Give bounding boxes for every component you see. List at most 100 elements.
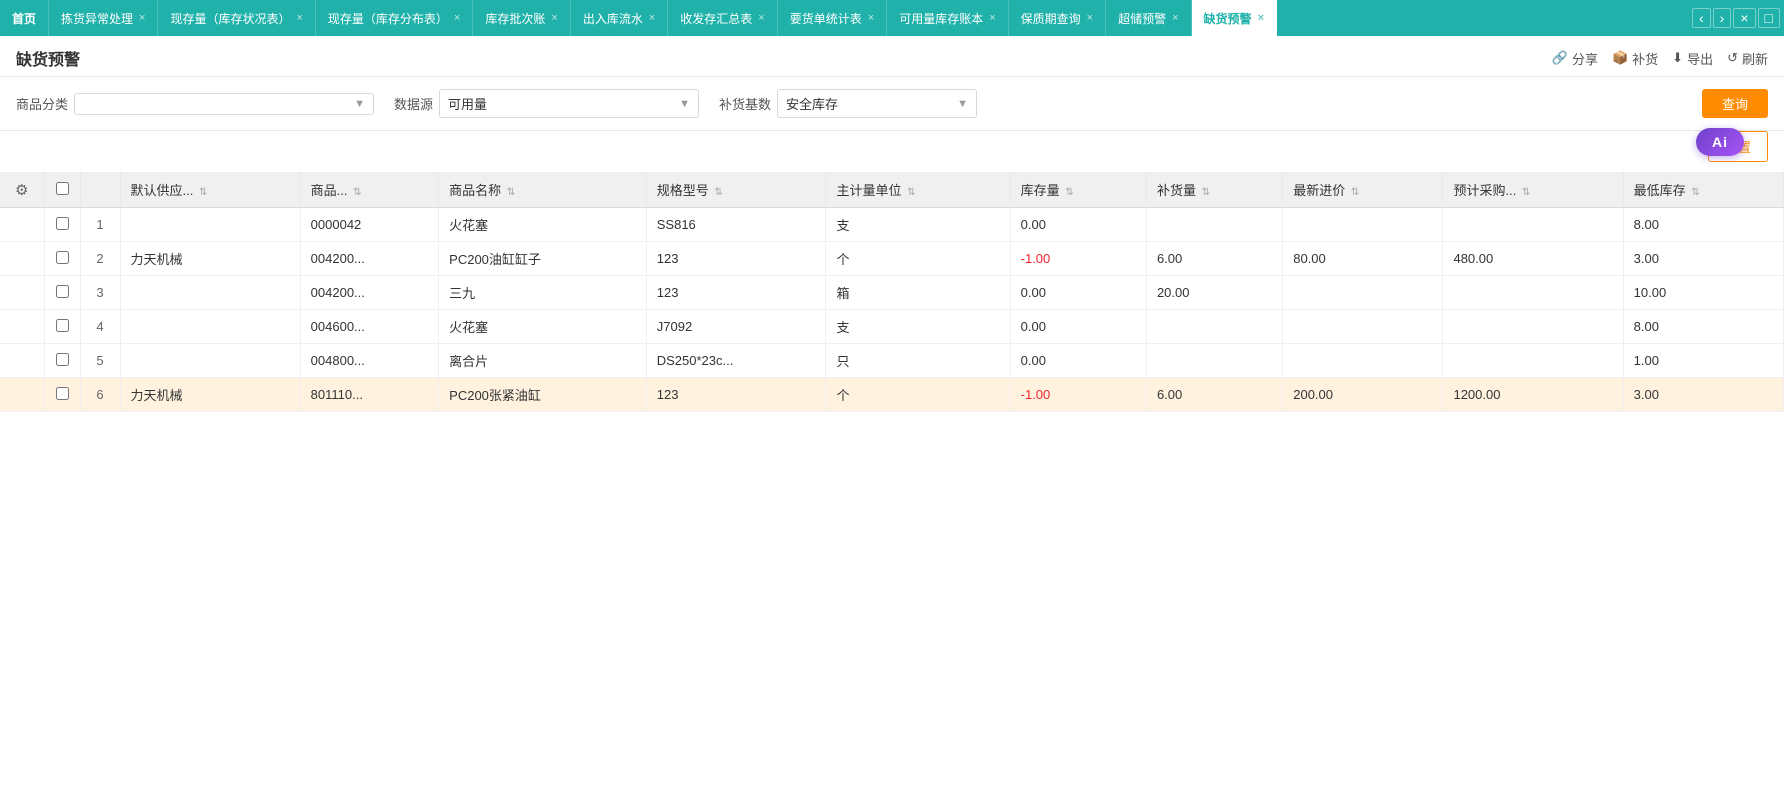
category-filter-group: 商品分类 ▼ — [16, 93, 374, 115]
row-min-stock: 1.00 — [1623, 344, 1783, 378]
sort-icon-supplier[interactable]: ⇅ — [199, 187, 207, 198]
sort-icon-unit[interactable]: ⇅ — [907, 187, 915, 198]
close-tab-order-stats[interactable]: × — [868, 12, 874, 24]
row-spec: 123 — [646, 242, 826, 276]
row-spec: J7092 — [646, 310, 826, 344]
row-gear-cell — [0, 310, 44, 344]
replenish-base-select[interactable]: 安全库存 ▼ — [777, 89, 977, 118]
row-unit: 支 — [826, 310, 1010, 344]
row-product-name: PC200油缸缸子 — [439, 242, 647, 276]
sort-icon-spec[interactable]: ⇅ — [714, 187, 722, 198]
row-checkbox-cell — [44, 276, 80, 310]
replenish-button[interactable]: 📦 补货 — [1612, 49, 1658, 68]
sort-icon-replenish[interactable]: ⇅ — [1202, 187, 1210, 198]
close-tab-recv-summary[interactable]: × — [758, 12, 764, 24]
row-checkbox[interactable] — [56, 387, 69, 400]
tab-inventory-dist[interactable]: 现存量（库存分布表） × — [316, 0, 473, 36]
col-min-stock: 最低库存 ⇅ — [1623, 172, 1783, 208]
datasource-select[interactable]: 可用量 ▼ — [439, 89, 699, 118]
tab-available-ledger[interactable]: 可用量库存账本 × — [887, 0, 1008, 36]
row-est-purchase — [1443, 276, 1623, 310]
tab-order-stats[interactable]: 要货单统计表 × — [778, 0, 887, 36]
query-button[interactable]: 查询 — [1702, 89, 1768, 118]
close-tab-batch-account[interactable]: × — [551, 12, 557, 24]
sort-icon-code[interactable]: ⇅ — [353, 187, 361, 198]
row-checkbox[interactable] — [56, 217, 69, 230]
row-replenish-qty: 6.00 — [1146, 242, 1282, 276]
sort-icon-min[interactable]: ⇅ — [1691, 187, 1699, 198]
sort-icon-stock[interactable]: ⇅ — [1065, 187, 1073, 198]
row-gear-cell — [0, 208, 44, 242]
row-stock: 0.00 — [1010, 208, 1146, 242]
row-spec: DS250*23c... — [646, 344, 826, 378]
export-button[interactable]: ⬇ 导出 — [1672, 49, 1713, 68]
row-num: 5 — [80, 344, 120, 378]
row-spec: SS816 — [646, 208, 826, 242]
tab-inventory-status[interactable]: 现存量（库存状况表） × — [158, 0, 315, 36]
tab-batch-account[interactable]: 库存批次账 × — [473, 0, 570, 36]
row-latest-price: 200.00 — [1283, 378, 1443, 412]
close-tab-shortage[interactable]: × — [1258, 12, 1264, 24]
table-row: 6 力天机械 801110... PC200张紧油缸 123 个 -1.00 6… — [0, 378, 1784, 412]
sort-icon-price[interactable]: ⇅ — [1351, 187, 1359, 198]
row-stock: 0.00 — [1010, 276, 1146, 310]
tab-nav-controls: ‹ › × □ — [1692, 8, 1784, 28]
close-tab-inventory-dist[interactable]: × — [454, 12, 460, 24]
close-tab-available-ledger[interactable]: × — [989, 12, 995, 24]
tab-maximize[interactable]: □ — [1758, 8, 1780, 28]
tab-home[interactable]: 首页 — [0, 0, 49, 36]
close-tab-overstock[interactable]: × — [1172, 12, 1178, 24]
row-gear-cell — [0, 344, 44, 378]
tab-close-current[interactable]: × — [1733, 8, 1755, 28]
row-checkbox[interactable] — [56, 353, 69, 366]
replenish-base-label: 补货基数 — [719, 94, 771, 113]
export-icon: ⬇ — [1672, 50, 1683, 66]
row-unit: 箱 — [826, 276, 1010, 310]
table-row: 2 力天机械 004200... PC200油缸缸子 123 个 -1.00 6… — [0, 242, 1784, 276]
close-tab-exception[interactable]: × — [139, 12, 145, 24]
sort-icon-name[interactable]: ⇅ — [507, 187, 515, 198]
page-title: 缺货预警 — [16, 46, 80, 70]
row-checkbox[interactable] — [56, 285, 69, 298]
row-checkbox[interactable] — [56, 251, 69, 264]
sort-icon-est[interactable]: ⇅ — [1522, 187, 1530, 198]
tab-expiry-query[interactable]: 保质期查询 × — [1009, 0, 1106, 36]
category-select[interactable]: ▼ — [74, 93, 374, 115]
ai-button[interactable]: Ai — [1696, 128, 1744, 156]
row-num: 4 — [80, 310, 120, 344]
row-product-code: 801110... — [300, 378, 438, 412]
col-unit: 主计量单位 ⇅ — [826, 172, 1010, 208]
close-tab-expiry-query[interactable]: × — [1087, 12, 1093, 24]
tab-scroll-right[interactable]: › — [1713, 8, 1732, 28]
tab-shortage[interactable]: 缺货预警 × — [1192, 0, 1277, 36]
tab-inout-flow[interactable]: 出入库流水 × — [571, 0, 668, 36]
row-latest-price: 80.00 — [1283, 242, 1443, 276]
gear-icon[interactable]: ⚙ — [15, 182, 28, 199]
tab-recv-summary[interactable]: 收发存汇总表 × — [668, 0, 777, 36]
row-checkbox-cell — [44, 208, 80, 242]
col-replenish-qty: 补货量 ⇅ — [1146, 172, 1282, 208]
tab-exception[interactable]: 拣货异常处理 × — [49, 0, 158, 36]
close-tab-inventory-status[interactable]: × — [296, 12, 302, 24]
row-gear-cell — [0, 242, 44, 276]
row-latest-price — [1283, 344, 1443, 378]
row-min-stock: 8.00 — [1623, 208, 1783, 242]
close-tab-inout-flow[interactable]: × — [649, 12, 655, 24]
row-checkbox[interactable] — [56, 319, 69, 332]
row-product-name: 三九 — [439, 276, 647, 310]
tab-overstock[interactable]: 超储预警 × — [1106, 0, 1191, 36]
share-button[interactable]: 🔗 分享 — [1552, 49, 1598, 68]
replenish-base-dropdown-icon: ▼ — [957, 98, 968, 110]
col-checkbox-header — [44, 172, 80, 208]
select-all-checkbox[interactable] — [56, 182, 69, 195]
category-label: 商品分类 — [16, 94, 68, 113]
col-spec: 规格型号 ⇅ — [646, 172, 826, 208]
row-latest-price — [1283, 208, 1443, 242]
refresh-button[interactable]: ↺ 刷新 — [1727, 49, 1768, 68]
datasource-filter-group: 数据源 可用量 ▼ — [394, 89, 699, 118]
main-content: 缺货预警 🔗 分享 📦 补货 ⬇ 导出 ↺ 刷新 商品分类 — [0, 36, 1784, 796]
table-header-row: ⚙ 默认供应... ⇅ 商品... ⇅ 商品名称 — [0, 172, 1784, 208]
row-replenish-qty: 20.00 — [1146, 276, 1282, 310]
tab-scroll-left[interactable]: ‹ — [1692, 8, 1711, 28]
col-num — [80, 172, 120, 208]
